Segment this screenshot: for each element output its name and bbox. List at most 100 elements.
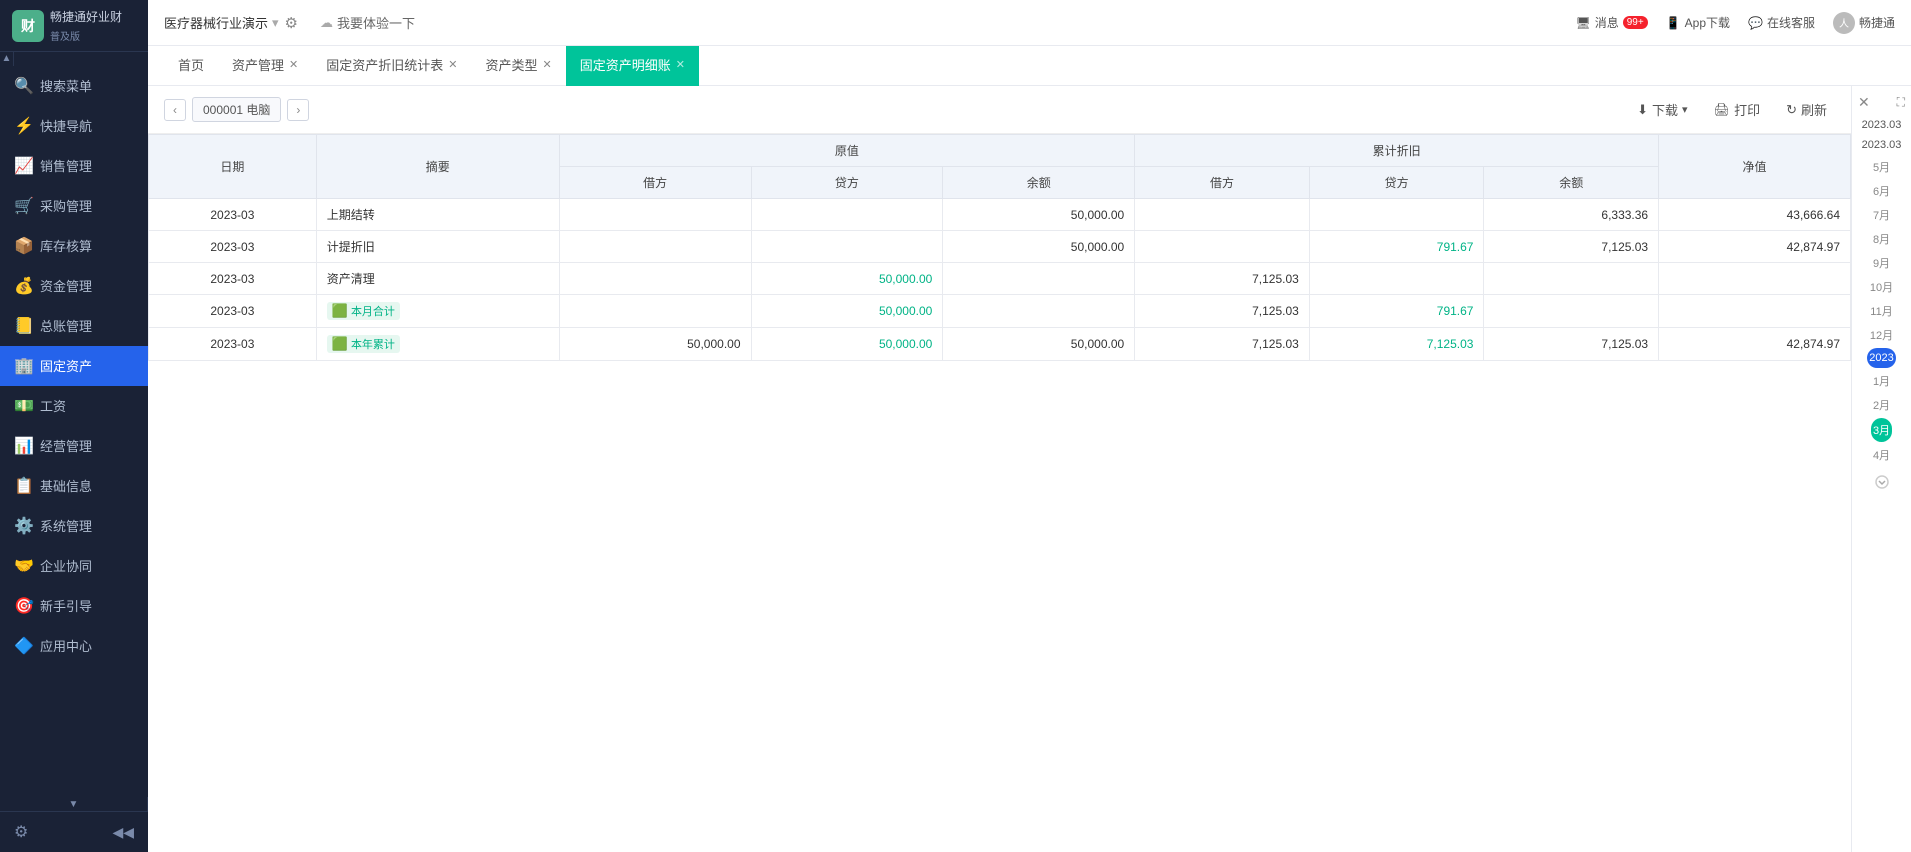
company-name: 医疗器械行业演示	[164, 13, 268, 32]
download-chevron: ▾	[1682, 103, 1688, 116]
timeline-month[interactable]: 3月	[1871, 418, 1892, 442]
col-accum-balance: 余额	[1484, 167, 1659, 199]
toolbar-actions: ⬇ 下载 ▾ 🖨 打印 ↻ 刷新	[1629, 96, 1835, 123]
timeline-months-after: 1月2月3月4月	[1865, 369, 1898, 467]
timeline-month[interactable]: 2月	[1865, 393, 1898, 417]
finance-icon: 💰	[14, 276, 32, 296]
sidebar-item-guide-label: 新手引导	[40, 596, 92, 615]
main-area: 医疗器械行业演示 ▾ ⚙ ☁ 我要体验一下 🖥 消息 99+ 📱 App下载 💬…	[148, 0, 1911, 852]
ledger-icon: 📒	[14, 316, 32, 336]
cell-orig-credit: 50,000.00	[751, 295, 943, 328]
col-accum-debit: 借方	[1135, 167, 1310, 199]
table-row: 2023-03 上期结转 50,000.00 6,333.36 43,666.6…	[149, 199, 1851, 231]
tab-asset-detail[interactable]: 固定资产明细账 ✕	[566, 46, 699, 86]
company-dropdown-icon: ▾	[272, 15, 279, 31]
tab-asset-type-label: 资产类型	[485, 55, 537, 74]
tab-asset-detail-label: 固定资产明细账	[580, 55, 671, 74]
inventory-icon: 📦	[14, 236, 32, 256]
timeline-month[interactable]: 7月	[1868, 203, 1895, 227]
cell-summary: 上期结转	[316, 199, 559, 231]
company-selector[interactable]: 医疗器械行业演示 ▾	[164, 13, 279, 32]
tab-home-label: 首页	[178, 55, 204, 74]
online-service-icon: 💬	[1748, 16, 1763, 30]
tab-asset-management[interactable]: 资产管理 ✕	[218, 46, 312, 86]
topbar-settings-icon[interactable]: ⚙	[285, 14, 298, 32]
timeline-month[interactable]: 11月	[1868, 299, 1895, 323]
timeline-month[interactable]: 12月	[1868, 323, 1895, 347]
sidebar-item-guide[interactable]: 🎯 新手引导	[0, 586, 148, 626]
sidebar-item-purchase[interactable]: 🛒 采购管理	[0, 186, 148, 226]
cell-accum-credit	[1309, 199, 1484, 231]
collab-icon: 🤝	[14, 556, 32, 576]
next-asset-btn[interactable]: ›	[287, 99, 309, 121]
settings-gear-icon[interactable]: ⚙	[14, 822, 28, 842]
tab-asset-management-close[interactable]: ✕	[289, 58, 298, 71]
sidebar-item-search[interactable]: 🔍 搜索菜单	[0, 66, 148, 106]
scroll-up-icon[interactable]: ▲	[2, 53, 12, 64]
app-download-btn[interactable]: 📱 App下载	[1666, 14, 1730, 31]
cell-summary: 计提折旧	[316, 231, 559, 263]
cell-orig-debit: 50,000.00	[559, 328, 751, 361]
timeline-year-active[interactable]: 2023	[1867, 348, 1895, 368]
tab-asset-type-close[interactable]: ✕	[543, 58, 552, 71]
timeline-month[interactable]: 1月	[1865, 369, 1898, 393]
sales-icon: 📈	[14, 156, 32, 176]
tab-depreciation-stats-close[interactable]: ✕	[448, 58, 457, 71]
col-accumulated-depreciation: 累计折旧	[1135, 135, 1659, 167]
sidebar-collapse-icon[interactable]: ◀◀	[112, 824, 134, 841]
topbar: 医疗器械行业演示 ▾ ⚙ ☁ 我要体验一下 🖥 消息 99+ 📱 App下载 💬…	[148, 0, 1911, 46]
sidebar-item-system[interactable]: ⚙️ 系统管理	[0, 506, 148, 546]
timeline-month[interactable]: 6月	[1868, 179, 1895, 203]
summary-badge: 🟩本月合计	[327, 302, 400, 320]
timeline-month[interactable]: 9月	[1868, 251, 1895, 275]
sidebar-item-sales[interactable]: 📈 销售管理	[0, 146, 148, 186]
tab-depreciation-stats[interactable]: 固定资产折旧统计表 ✕	[312, 46, 471, 86]
sidebar-item-finance[interactable]: 💰 资金管理	[0, 266, 148, 306]
sidebar-item-quick-nav[interactable]: ⚡ 快捷导航	[0, 106, 148, 146]
sidebar-item-inventory[interactable]: 📦 库存核算	[0, 226, 148, 266]
app-download-icon: 📱	[1666, 16, 1681, 30]
refresh-btn[interactable]: ↻ 刷新	[1778, 96, 1835, 123]
prev-asset-btn[interactable]: ‹	[164, 99, 186, 121]
sidebar-scroll-bottom[interactable]: ▼	[0, 797, 148, 811]
sidebar-item-apps[interactable]: 🔷 应用中心	[0, 626, 148, 666]
timeline-month[interactable]: 10月	[1868, 275, 1895, 299]
timeline-month[interactable]: 5月	[1868, 155, 1895, 179]
cell-summary: 🟩本年累计	[316, 328, 559, 361]
print-btn[interactable]: 🖨 打印	[1706, 96, 1769, 123]
cell-summary: 🟩本月合计	[316, 295, 559, 328]
timeline-month[interactable]: 8月	[1868, 227, 1895, 251]
timeline-months-before: 5月6月7月8月9月10月11月12月	[1868, 155, 1895, 347]
timeline-down-btn[interactable]	[1852, 471, 1911, 496]
sidebar-item-fixed-assets[interactable]: 🏢 固定资产	[0, 346, 148, 386]
sidebar-item-collab[interactable]: 🤝 企业协同	[0, 546, 148, 586]
avatar-icon: 人	[1833, 12, 1855, 34]
timeline-month[interactable]: 4月	[1865, 443, 1898, 467]
fixed-assets-icon: 🏢	[14, 356, 32, 376]
tab-asset-type[interactable]: 资产类型 ✕	[471, 46, 565, 86]
col-net-value: 净值	[1659, 135, 1851, 199]
tab-home[interactable]: 首页	[164, 46, 218, 86]
asset-detail-table: 日期 摘要 原值 累计折旧 净值 借方 贷方 余额 借方 贷方 余额	[148, 134, 1851, 361]
col-original-value: 原值	[559, 135, 1135, 167]
refresh-label: 刷新	[1801, 100, 1827, 119]
sidebar-item-ledger[interactable]: 📒 总账管理	[0, 306, 148, 346]
panel-close-btn[interactable]: ✕	[1858, 94, 1870, 111]
sidebar-scroll-top[interactable]: ▲	[0, 52, 14, 66]
scroll-down-icon[interactable]: ▼	[69, 799, 79, 810]
message-btn[interactable]: 🖥 消息 99+	[1575, 14, 1647, 31]
cell-accum-balance	[1484, 263, 1659, 295]
logo-text-block: 畅捷通好业财 普及版	[50, 10, 122, 43]
tab-asset-detail-close[interactable]: ✕	[676, 58, 685, 71]
user-avatar-btn[interactable]: 人 畅捷通	[1833, 12, 1895, 34]
topbar-left: 医疗器械行业演示 ▾ ⚙ ☁ 我要体验一下	[164, 13, 415, 32]
sidebar-item-payroll[interactable]: 💵 工资	[0, 386, 148, 426]
feedback-btn[interactable]: ☁ 我要体验一下	[320, 13, 415, 32]
download-btn[interactable]: ⬇ 下载 ▾	[1629, 96, 1695, 123]
sidebar-item-basic[interactable]: 📋 基础信息	[0, 466, 148, 506]
panel-expand-btn[interactable]: ⛶	[1897, 95, 1905, 110]
sidebar-item-ops[interactable]: 📊 经营管理	[0, 426, 148, 466]
online-service-btn[interactable]: 💬 在线客服	[1748, 14, 1815, 31]
cell-accum-balance	[1484, 295, 1659, 328]
sidebar-item-apps-label: 应用中心	[40, 636, 92, 655]
